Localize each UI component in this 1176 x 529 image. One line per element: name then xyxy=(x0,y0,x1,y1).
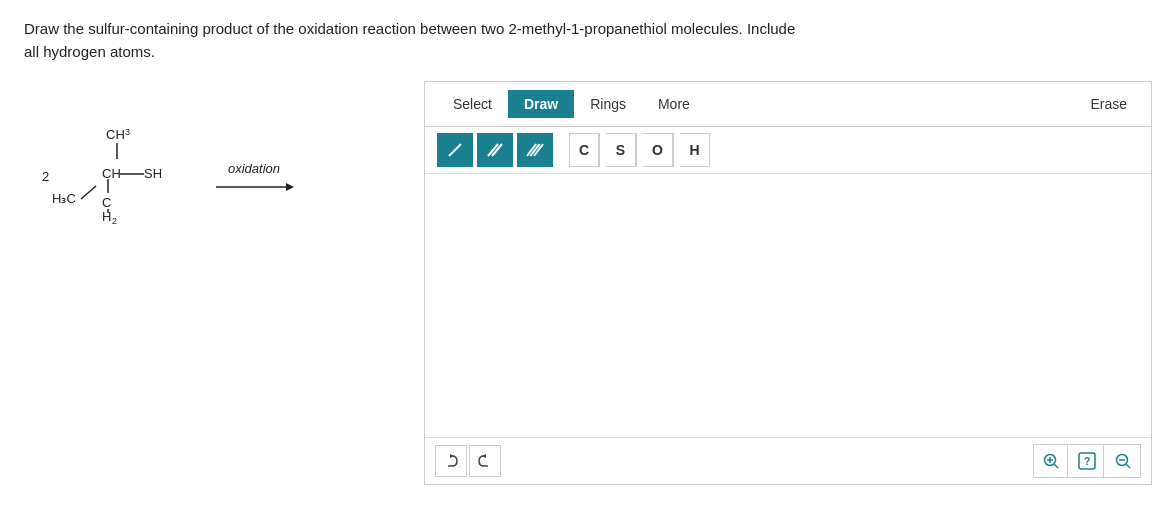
svg-text:H₃C: H₃C xyxy=(52,191,76,206)
svg-line-16 xyxy=(449,144,461,156)
svg-text:SH: SH xyxy=(144,166,162,181)
redo-button[interactable] xyxy=(435,445,467,477)
main-area: CH 3 2 CH SH H₃C C xyxy=(24,81,1152,485)
svg-text:CH: CH xyxy=(106,127,125,142)
select-button[interactable]: Select xyxy=(437,90,508,118)
bond-double-button[interactable] xyxy=(477,133,513,167)
zoom-out-icon xyxy=(1114,452,1132,470)
erase-button[interactable]: Erase xyxy=(1078,90,1139,118)
bond-single-icon xyxy=(446,141,464,159)
bond-triple-button[interactable] xyxy=(517,133,553,167)
question-text: Draw the sulfur-containing product of th… xyxy=(24,18,804,63)
svg-text:2: 2 xyxy=(112,216,117,226)
oxidation-label: oxidation xyxy=(228,161,280,176)
redo-icon xyxy=(442,452,460,470)
undo-icon xyxy=(476,452,494,470)
svg-text:3: 3 xyxy=(125,127,130,137)
svg-text:2: 2 xyxy=(42,169,49,184)
zoom-controls: ? xyxy=(1033,444,1141,478)
help-button[interactable]: ? xyxy=(1070,445,1104,477)
undo-button[interactable] xyxy=(469,445,501,477)
svg-text:H: H xyxy=(102,209,111,224)
reaction-arrow xyxy=(214,178,294,196)
svg-text:?: ? xyxy=(1083,455,1090,467)
molecule-area: CH 3 2 CH SH H₃C C xyxy=(24,81,414,255)
atom-s-button[interactable]: S xyxy=(606,133,636,167)
help-icon: ? xyxy=(1078,452,1096,470)
bond-triple-icon xyxy=(526,141,544,159)
page-content: Draw the sulfur-containing product of th… xyxy=(0,0,1176,485)
bottom-controls: ? xyxy=(425,437,1151,484)
svg-line-8 xyxy=(81,186,96,199)
atom-h-button[interactable]: H xyxy=(680,133,710,167)
svg-marker-15 xyxy=(286,183,294,191)
molecule-diagram: CH 3 2 CH SH H₃C C xyxy=(34,121,204,251)
atom-c-button[interactable]: C xyxy=(569,133,599,167)
rings-button[interactable]: Rings xyxy=(574,90,642,118)
svg-text:C: C xyxy=(102,195,111,210)
svg-line-32 xyxy=(1126,464,1130,468)
zoom-in-button[interactable] xyxy=(1034,445,1068,477)
sub-toolbar: C S O H xyxy=(425,127,1151,174)
atom-o-button[interactable]: O xyxy=(643,133,673,167)
svg-marker-22 xyxy=(450,454,454,458)
undo-redo-controls xyxy=(435,445,501,477)
svg-marker-23 xyxy=(482,454,486,458)
draw-panel: Select Draw Rings More Erase xyxy=(424,81,1152,485)
svg-line-27 xyxy=(1054,464,1058,468)
draw-button[interactable]: Draw xyxy=(508,90,574,118)
zoom-in-icon xyxy=(1042,452,1060,470)
main-toolbar: Select Draw Rings More Erase xyxy=(425,82,1151,127)
bond-double-icon xyxy=(486,141,504,159)
more-button[interactable]: More xyxy=(642,90,706,118)
svg-text:CH: CH xyxy=(102,166,121,181)
bond-single-button[interactable] xyxy=(437,133,473,167)
zoom-out-button[interactable] xyxy=(1106,445,1140,477)
